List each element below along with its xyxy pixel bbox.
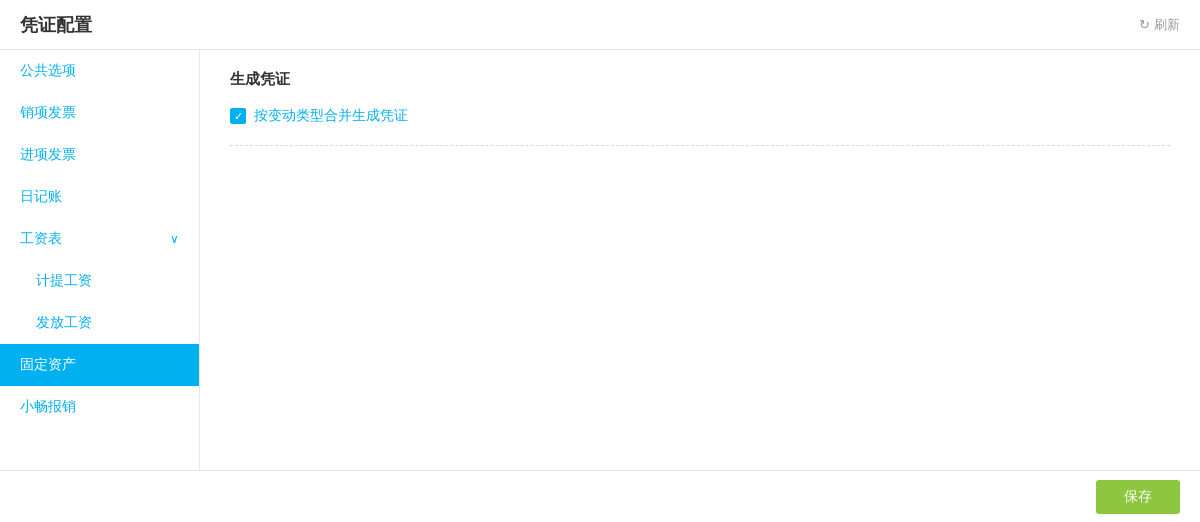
checkbox-row: ✓ 按变动类型合并生成凭证 xyxy=(230,107,1170,125)
checkmark-icon: ✓ xyxy=(234,111,243,122)
refresh-icon: ↻ xyxy=(1139,17,1150,32)
sidebar-item-payroll-table[interactable]: 工资表 ∨ xyxy=(0,218,199,260)
footer: 保存 xyxy=(0,470,1200,522)
sidebar-item-fixed-assets[interactable]: 固定资产 xyxy=(0,344,199,386)
save-button[interactable]: 保存 xyxy=(1096,480,1180,514)
sidebar-item-commission-payroll[interactable]: 计提工资 xyxy=(0,260,199,302)
header: 凭证配置 ↻ 刷新 xyxy=(0,0,1200,50)
page-wrapper: 凭证配置 ↻ 刷新 公共选项销项发票进项发票日记账工资表 ∨ 计提工资发放工资固定资… xyxy=(0,0,1200,522)
sidebar-item-label: 工资表 xyxy=(20,230,62,248)
sidebar-item-label: 计提工资 xyxy=(36,272,92,290)
divider xyxy=(230,145,1170,146)
sidebar-item-label: 进项发票 xyxy=(20,146,76,164)
sidebar-item-label: 发放工资 xyxy=(36,314,92,332)
sidebar-item-journal[interactable]: 日记账 xyxy=(0,176,199,218)
refresh-label: 刷新 xyxy=(1154,16,1180,34)
chevron-down-icon: ∨ xyxy=(170,232,179,246)
sidebar-item-label: 销项发票 xyxy=(20,104,76,122)
sidebar-item-label: 日记账 xyxy=(20,188,62,206)
sidebar-item-label: 固定资产 xyxy=(20,356,76,374)
sidebar-item-sales-invoice[interactable]: 销项发票 xyxy=(0,92,199,134)
refresh-button[interactable]: ↻ 刷新 xyxy=(1139,16,1180,34)
main-content: 生成凭证 ✓ 按变动类型合并生成凭证 xyxy=(200,50,1200,470)
sidebar-item-distribute-payroll[interactable]: 发放工资 xyxy=(0,302,199,344)
sidebar-item-expense-report[interactable]: 小畅报销 xyxy=(0,386,199,428)
sidebar-item-label: 小畅报销 xyxy=(20,398,76,416)
checkbox-label: 按变动类型合并生成凭证 xyxy=(254,107,408,125)
sidebar: 公共选项销项发票进项发票日记账工资表 ∨ 计提工资发放工资固定资产小畅报销 xyxy=(0,50,200,470)
section-title: 生成凭证 xyxy=(230,70,1170,89)
content-area: 公共选项销项发票进项发票日记账工资表 ∨ 计提工资发放工资固定资产小畅报销 生成凭证… xyxy=(0,50,1200,470)
merge-by-type-checkbox[interactable]: ✓ xyxy=(230,108,246,124)
sidebar-item-public[interactable]: 公共选项 xyxy=(0,50,199,92)
page-title: 凭证配置 xyxy=(20,13,92,37)
sidebar-item-purchase-invoice[interactable]: 进项发票 xyxy=(0,134,199,176)
sidebar-item-label: 公共选项 xyxy=(20,62,76,80)
